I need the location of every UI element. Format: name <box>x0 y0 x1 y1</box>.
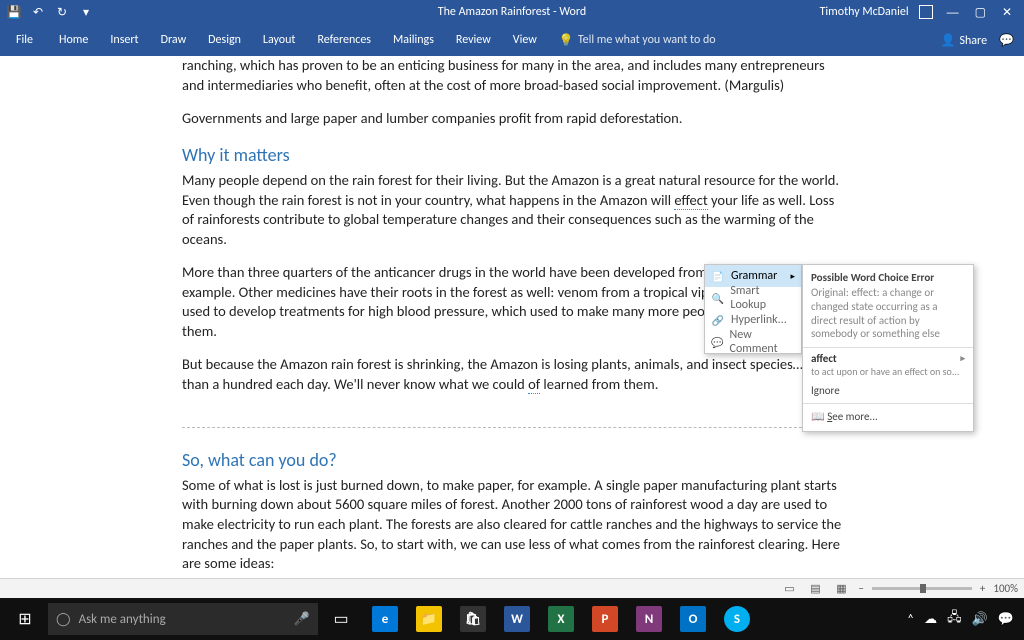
customize-qat-icon[interactable]: ▾ <box>78 5 94 20</box>
flyout-title: Possible Word Choice Error <box>811 271 965 284</box>
share-icon: 👤 <box>941 34 956 48</box>
folder-icon: 📁 <box>416 606 442 632</box>
undo-icon[interactable]: ↶ <box>30 5 46 20</box>
taskbar-app-powerpoint[interactable]: P <box>584 598 626 640</box>
submenu-arrow-icon: ▸ <box>960 353 965 364</box>
user-name[interactable]: Timothy McDaniel <box>820 5 909 19</box>
submenu-arrow-icon: ▸ <box>790 271 795 282</box>
title-bar: 💾 ↶ ↻ ▾ The Amazon Rainforest - Word Tim… <box>0 0 1024 24</box>
body-text: Some of what is lost is just burned down… <box>182 476 842 574</box>
tell-me-box[interactable]: 💡 Tell me what you want to do <box>559 33 716 48</box>
taskbar-app-onenote[interactable]: N <box>628 598 670 640</box>
tab-draw[interactable]: Draw <box>161 33 187 47</box>
see-more-option[interactable]: 📖 See more... <box>811 408 965 425</box>
redo-icon[interactable]: ↻ <box>54 5 70 20</box>
comment-icon: 💬 <box>711 336 724 349</box>
taskbar-app-outlook[interactable]: O <box>672 598 714 640</box>
page-break-indicator <box>182 427 842 428</box>
volume-icon[interactable]: 🔊 <box>972 612 988 627</box>
tell-me-text: Tell me what you want to do <box>578 33 716 47</box>
bulb-icon: 💡 <box>559 33 574 48</box>
task-view-button[interactable]: ▭ <box>320 598 362 640</box>
ribbon-tabs: File Home Insert Draw Design Layout Refe… <box>0 24 1024 56</box>
link-icon: 🔗 <box>711 314 725 327</box>
search-placeholder: Ask me anything <box>79 612 166 627</box>
document-area: ranching, which has proven to be an enti… <box>0 56 1024 598</box>
body-text: Many people depend on the rain forest fo… <box>182 171 842 249</box>
close-icon[interactable]: ✕ <box>1002 5 1012 19</box>
ignore-option[interactable]: Ignore <box>811 382 965 399</box>
windows-taskbar: ⊞ ◯ Ask me anything 🎤 ▭ e 📁 🛍 W X P N O … <box>0 598 1024 640</box>
skype-icon: S <box>724 606 750 632</box>
tab-references[interactable]: References <box>317 33 371 47</box>
flyout-description: Original: effect: a change or changed st… <box>811 286 965 341</box>
print-layout-icon[interactable]: ▤ <box>806 582 824 595</box>
tab-view[interactable]: View <box>513 33 537 47</box>
body-text: Governments and large paper and lumber c… <box>182 109 842 129</box>
document-title: The Amazon Rainforest - Word <box>438 5 586 19</box>
zoom-level[interactable]: 100% <box>993 582 1018 595</box>
taskbar-app-edge[interactable]: e <box>364 598 406 640</box>
suggestion-definition: to act upon or have an effect on so... <box>811 365 965 378</box>
comments-icon[interactable]: 💬 <box>999 33 1014 48</box>
onenote-icon: N <box>636 606 662 632</box>
grammar-icon: 📄 <box>711 270 725 283</box>
tray-expand-icon[interactable]: ˄ <box>907 612 914 627</box>
menu-item-smart-lookup[interactable]: 🔍 Smart Lookup <box>705 287 801 309</box>
tab-file[interactable]: File <box>12 33 37 47</box>
grammar-flyout: Possible Word Choice Error Original: eff… <box>802 264 974 432</box>
body-text: But because the Amazon rain forest is sh… <box>182 355 842 394</box>
edge-icon: e <box>372 606 398 632</box>
heading-why: Why it matters <box>182 143 842 167</box>
menu-item-new-comment[interactable]: 💬 New Comment <box>705 331 801 353</box>
context-menu: 📄 Grammar ▸ 🔍 Smart Lookup 🔗 Hyperlink..… <box>704 264 802 354</box>
suggestion-affect[interactable]: affect▸ <box>811 352 965 365</box>
excel-icon: X <box>548 606 574 632</box>
save-icon[interactable]: 💾 <box>6 5 22 20</box>
tab-mailings[interactable]: Mailings <box>393 33 434 47</box>
web-layout-icon[interactable]: ▦ <box>832 582 850 595</box>
action-center-icon[interactable]: 💬 <box>998 612 1014 627</box>
tab-layout[interactable]: Layout <box>263 33 296 47</box>
taskbar-app-excel[interactable]: X <box>540 598 582 640</box>
zoom-out-button[interactable]: − <box>858 582 863 595</box>
tab-design[interactable]: Design <box>208 33 241 47</box>
share-button[interactable]: 👤Share <box>941 33 988 48</box>
powerpoint-icon: P <box>592 606 618 632</box>
heading-so-what: So, what can you do? <box>182 448 842 472</box>
quick-access-toolbar: 💾 ↶ ↻ ▾ <box>0 5 94 20</box>
network-icon[interactable]: 🖧 <box>947 608 962 630</box>
body-text: ranching, which has proven to be an enti… <box>182 56 842 95</box>
grammar-error-word[interactable]: effect <box>674 191 707 210</box>
word-icon: W <box>504 606 530 632</box>
start-button[interactable]: ⊞ <box>4 598 46 640</box>
system-tray: ˄ ☁ 🖧 🔊 💬 <box>907 608 1020 630</box>
tab-home[interactable]: Home <box>59 33 88 47</box>
read-mode-icon[interactable]: ▭ <box>780 582 798 595</box>
taskbar-app-word[interactable]: W <box>496 598 538 640</box>
store-icon: 🛍 <box>460 606 486 632</box>
outlook-icon: O <box>680 606 706 632</box>
zoom-slider[interactable] <box>872 587 972 590</box>
onedrive-icon[interactable]: ☁ <box>924 612 937 627</box>
status-bar: ▭ ▤ ▦ − + 100% <box>0 578 1024 598</box>
zoom-in-button[interactable]: + <box>980 582 985 595</box>
grammar-error-word[interactable]: of <box>528 375 540 394</box>
taskbar-app-skype[interactable]: S <box>716 598 758 640</box>
taskbar-app-store[interactable]: 🛍 <box>452 598 494 640</box>
user-avatar-icon[interactable] <box>919 5 933 19</box>
microphone-icon[interactable]: 🎤 <box>294 612 310 627</box>
minimize-icon[interactable]: — <box>947 5 959 19</box>
cortana-search[interactable]: ◯ Ask me anything 🎤 <box>48 603 318 635</box>
tab-review[interactable]: Review <box>456 33 491 47</box>
maximize-icon[interactable]: ▢ <box>975 5 986 19</box>
cortana-icon: ◯ <box>56 612 71 627</box>
tab-insert[interactable]: Insert <box>110 33 138 47</box>
taskbar-app-explorer[interactable]: 📁 <box>408 598 450 640</box>
search-icon: 🔍 <box>711 292 724 305</box>
